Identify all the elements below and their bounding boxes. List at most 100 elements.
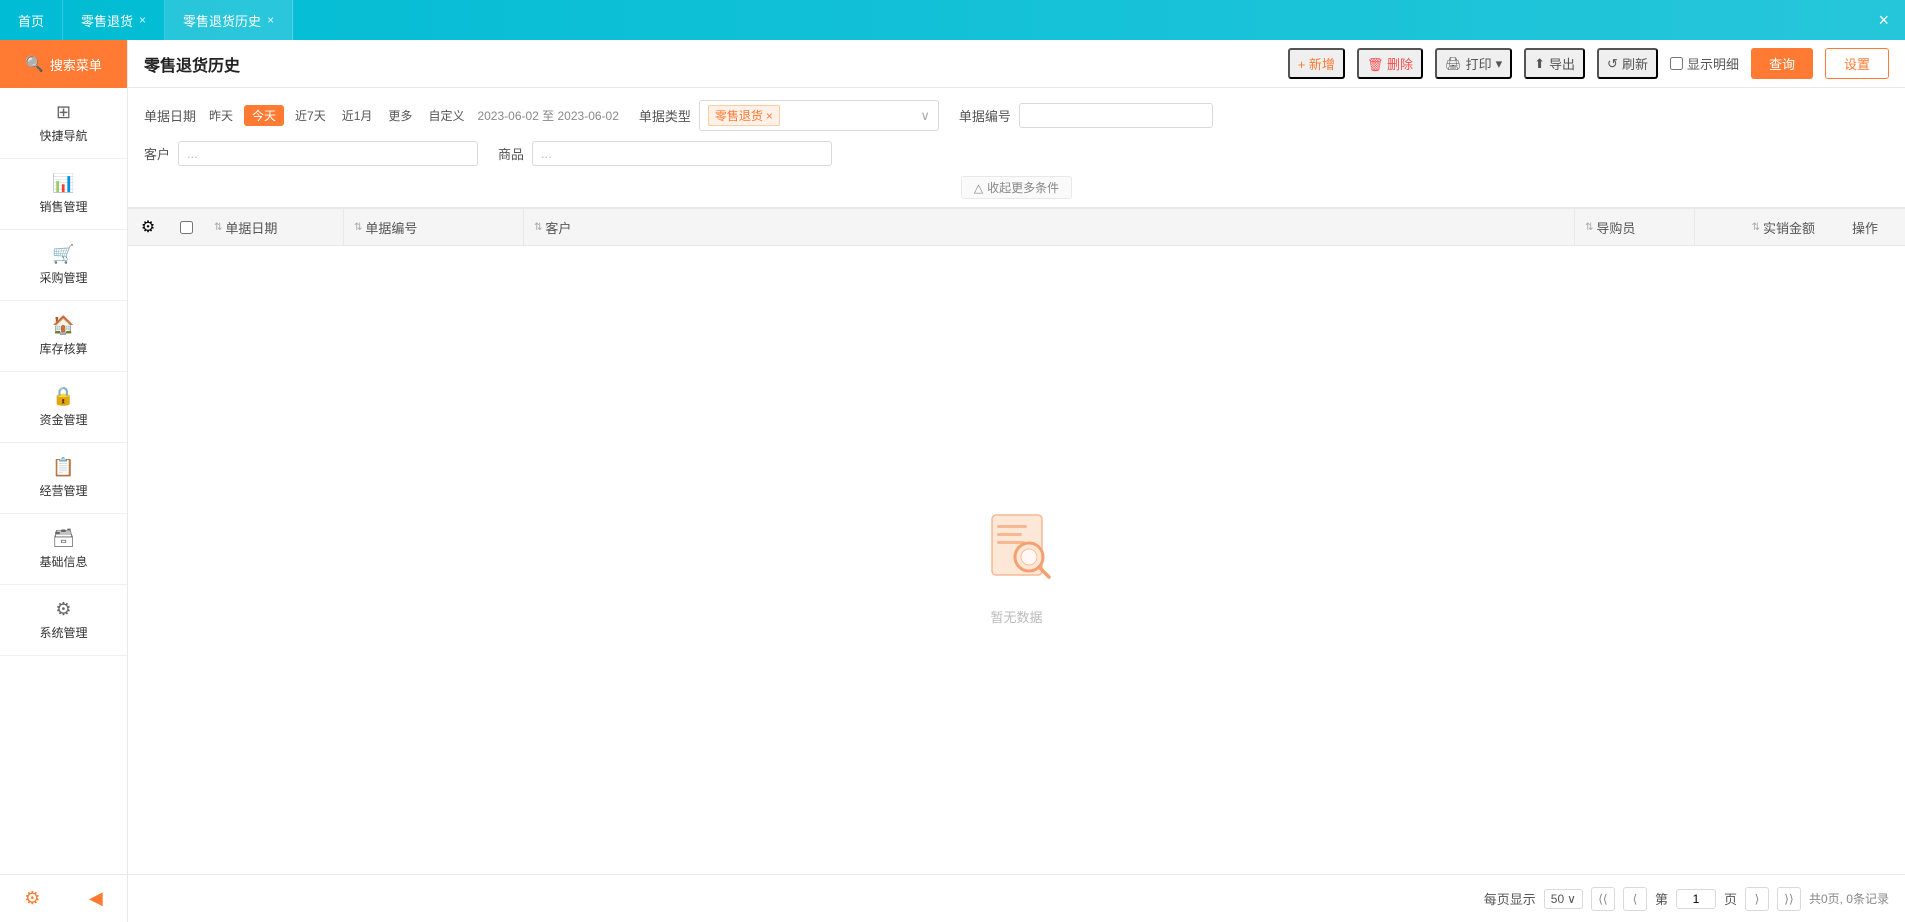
page-title: 零售退货历史 — [144, 52, 240, 76]
delete-button[interactable]: 🗑 删除 — [1357, 48, 1423, 79]
refresh-label: 刷新 — [1622, 54, 1648, 73]
th-date[interactable]: ⇅ 单据日期 — [204, 209, 344, 245]
show-detail-checkbox-label: 显示明细 — [1670, 54, 1739, 73]
sidebar-item-purchase-mgmt[interactable]: 🛒 采购管理 — [0, 230, 127, 301]
close-retail-return-history-tab-icon[interactable]: × — [267, 13, 274, 27]
type-select-arrow-icon: ∨ — [920, 108, 930, 124]
sidebar-item-purchase-label: 采购管理 — [39, 269, 87, 286]
prev-page-button[interactable]: ⟨ — [1623, 887, 1647, 911]
date-btn-today[interactable]: 今天 — [244, 105, 284, 126]
page-actions: + 新增 🗑 删除 🖨 打印 ▾ ⬆ 导出 ↺ 刷新 显示明细 — [1288, 48, 1889, 79]
filter-type-item: 单据类型 零售退货 × ∨ — [639, 100, 939, 131]
sort-date-icon: ⇅ — [214, 222, 222, 233]
setting-button[interactable]: 设置 — [1825, 48, 1889, 79]
export-button[interactable]: ⬆ 导出 — [1524, 48, 1585, 79]
column-settings-icon[interactable]: ⚙ — [141, 217, 155, 237]
total-info: 共0页, 0条记录 — [1809, 890, 1889, 907]
number-filter-input[interactable] — [1019, 103, 1213, 128]
date-filter-label: 单据日期 — [144, 106, 196, 125]
close-retail-return-tab-icon[interactable]: × — [139, 13, 146, 27]
table-area: ⚙ ⇅ 单据日期 ⇅ 单据编号 ⇅ 客户 ⇅ — [128, 208, 1905, 874]
select-all-checkbox[interactable] — [180, 221, 193, 234]
print-button[interactable]: 🖨 打印 ▾ — [1435, 48, 1512, 79]
page-label: 第 — [1655, 889, 1668, 908]
type-filter-select[interactable]: 零售退货 × ∨ — [699, 100, 939, 131]
nav-tabs: 首页 零售退货 × 零售退货历史 × — [0, 0, 1862, 40]
settings-bottom-icon[interactable]: ⚙ — [24, 888, 40, 909]
sidebar-item-sales-label: 销售管理 — [39, 198, 87, 215]
sidebar-item-finance-label: 资金管理 — [39, 411, 87, 428]
goods-filter-select[interactable]: ... — [532, 141, 832, 166]
th-settings[interactable]: ⚙ — [128, 217, 168, 237]
sidebar-item-sales-mgmt[interactable]: 📊 销售管理 — [0, 159, 127, 230]
collapse-sidebar-icon[interactable]: ◀ — [89, 888, 103, 909]
quick-nav-icon: ⊞ — [56, 102, 71, 123]
table-header: ⚙ ⇅ 单据日期 ⇅ 单据编号 ⇅ 客户 ⇅ — [128, 208, 1905, 246]
per-page-select[interactable]: 50 ∨ — [1544, 889, 1583, 909]
sidebar-item-basic-info[interactable]: 🗃 基础信息 — [0, 514, 127, 585]
th-action-label: 操作 — [1852, 218, 1878, 237]
empty-state: 暂无数据 — [128, 246, 1905, 874]
date-btn-yesterday[interactable]: 昨天 — [204, 105, 238, 126]
sidebar-item-operation-label: 经营管理 — [39, 482, 87, 499]
type-select-tag: 零售退货 × — [708, 105, 780, 126]
tab-home-label: 首页 — [18, 11, 44, 30]
sales-mgmt-icon: 📊 — [52, 173, 74, 194]
tab-home[interactable]: 首页 — [0, 0, 63, 40]
sidebar-item-inventory[interactable]: 🏠 库存核算 — [0, 301, 127, 372]
th-number[interactable]: ⇅ 单据编号 — [344, 209, 524, 245]
filter-row-1: 单据日期 昨天 今天 近7天 近1月 更多 自定义 2023-06-02 至 2… — [144, 100, 1889, 131]
th-date-label: 单据日期 — [225, 218, 277, 237]
filter-goods-item: 商品 ... — [498, 141, 832, 166]
close-all-tabs-button[interactable]: × — [1862, 0, 1905, 40]
type-select-tag-remove-icon[interactable]: × — [766, 109, 773, 123]
page-number-input[interactable] — [1676, 889, 1716, 909]
sidebar-search-label: 搜索菜单 — [50, 55, 102, 74]
refresh-icon: ↺ — [1607, 56, 1618, 72]
last-page-button[interactable]: ⟩⟩ — [1777, 887, 1801, 911]
th-checkbox[interactable] — [168, 221, 204, 234]
sidebar-item-inventory-label: 库存核算 — [39, 340, 87, 357]
type-select-tag-text: 零售退货 — [715, 107, 763, 124]
pagination: 每页显示 50 ∨ ⟨⟨ ⟨ 第 页 ⟩ ⟩⟩ 共0页, 0条记录 — [128, 874, 1905, 922]
date-btn-7days[interactable]: 近7天 — [290, 105, 331, 126]
purchase-mgmt-icon: 🛒 — [52, 244, 74, 265]
refresh-button[interactable]: ↺ 刷新 — [1597, 48, 1658, 79]
print-arrow-icon: ▾ — [1496, 56, 1503, 72]
th-amount[interactable]: ⇅ 实销金额 — [1695, 209, 1825, 245]
basic-info-icon: 🗃 — [52, 528, 75, 549]
show-detail-checkbox[interactable] — [1670, 57, 1683, 70]
date-btn-more[interactable]: 更多 — [383, 105, 417, 126]
sidebar-search[interactable]: 🔍 搜索菜单 — [0, 40, 127, 88]
th-amount-label: 实销金额 — [1763, 218, 1815, 237]
th-action: 操作 — [1825, 209, 1905, 245]
customer-filter-select[interactable]: ... — [178, 141, 478, 166]
date-btn-1month[interactable]: 近1月 — [337, 105, 378, 126]
tab-retail-return[interactable]: 零售退货 × — [63, 0, 165, 40]
per-page-label: 每页显示 — [1484, 889, 1536, 908]
sidebar-item-finance[interactable]: 🔒 资金管理 — [0, 372, 127, 443]
next-page-button[interactable]: ⟩ — [1745, 887, 1769, 911]
sort-customer-icon: ⇅ — [534, 222, 542, 233]
sidebar-menu: ⊞ 快捷导航 📊 销售管理 🛒 采购管理 🏠 库存核算 🔒 资金管理 📋 — [0, 88, 127, 874]
sidebar-item-system[interactable]: ⚙ 系统管理 — [0, 585, 127, 656]
sidebar-bottom: ⚙ ◀ — [0, 874, 127, 922]
empty-illustration — [967, 495, 1067, 595]
new-button[interactable]: + 新增 — [1288, 48, 1345, 79]
filter-customer-item: 客户 ... — [144, 141, 478, 166]
filter-row-2: 客户 ... 商品 ... — [144, 141, 1889, 166]
query-button[interactable]: 查询 — [1751, 48, 1813, 79]
sidebar-item-quick-nav[interactable]: ⊞ 快捷导航 — [0, 88, 127, 159]
inventory-icon: 🏠 — [52, 315, 74, 336]
th-customer[interactable]: ⇅ 客户 — [524, 209, 1575, 245]
per-page-value: 50 — [1551, 892, 1564, 906]
first-page-button[interactable]: ⟨⟨ — [1591, 887, 1615, 911]
tab-retail-return-history[interactable]: 零售退货历史 × — [165, 0, 293, 40]
date-btn-custom[interactable]: 自定义 — [423, 105, 469, 126]
sidebar-item-operation[interactable]: 📋 经营管理 — [0, 443, 127, 514]
sidebar-item-basic-info-label: 基础信息 — [39, 553, 87, 570]
collapse-filter-button[interactable]: △ 收起更多条件 — [961, 176, 1072, 199]
th-guide[interactable]: ⇅ 导购员 — [1575, 209, 1695, 245]
finance-icon: 🔒 — [52, 386, 74, 407]
goods-placeholder: ... — [541, 146, 552, 161]
